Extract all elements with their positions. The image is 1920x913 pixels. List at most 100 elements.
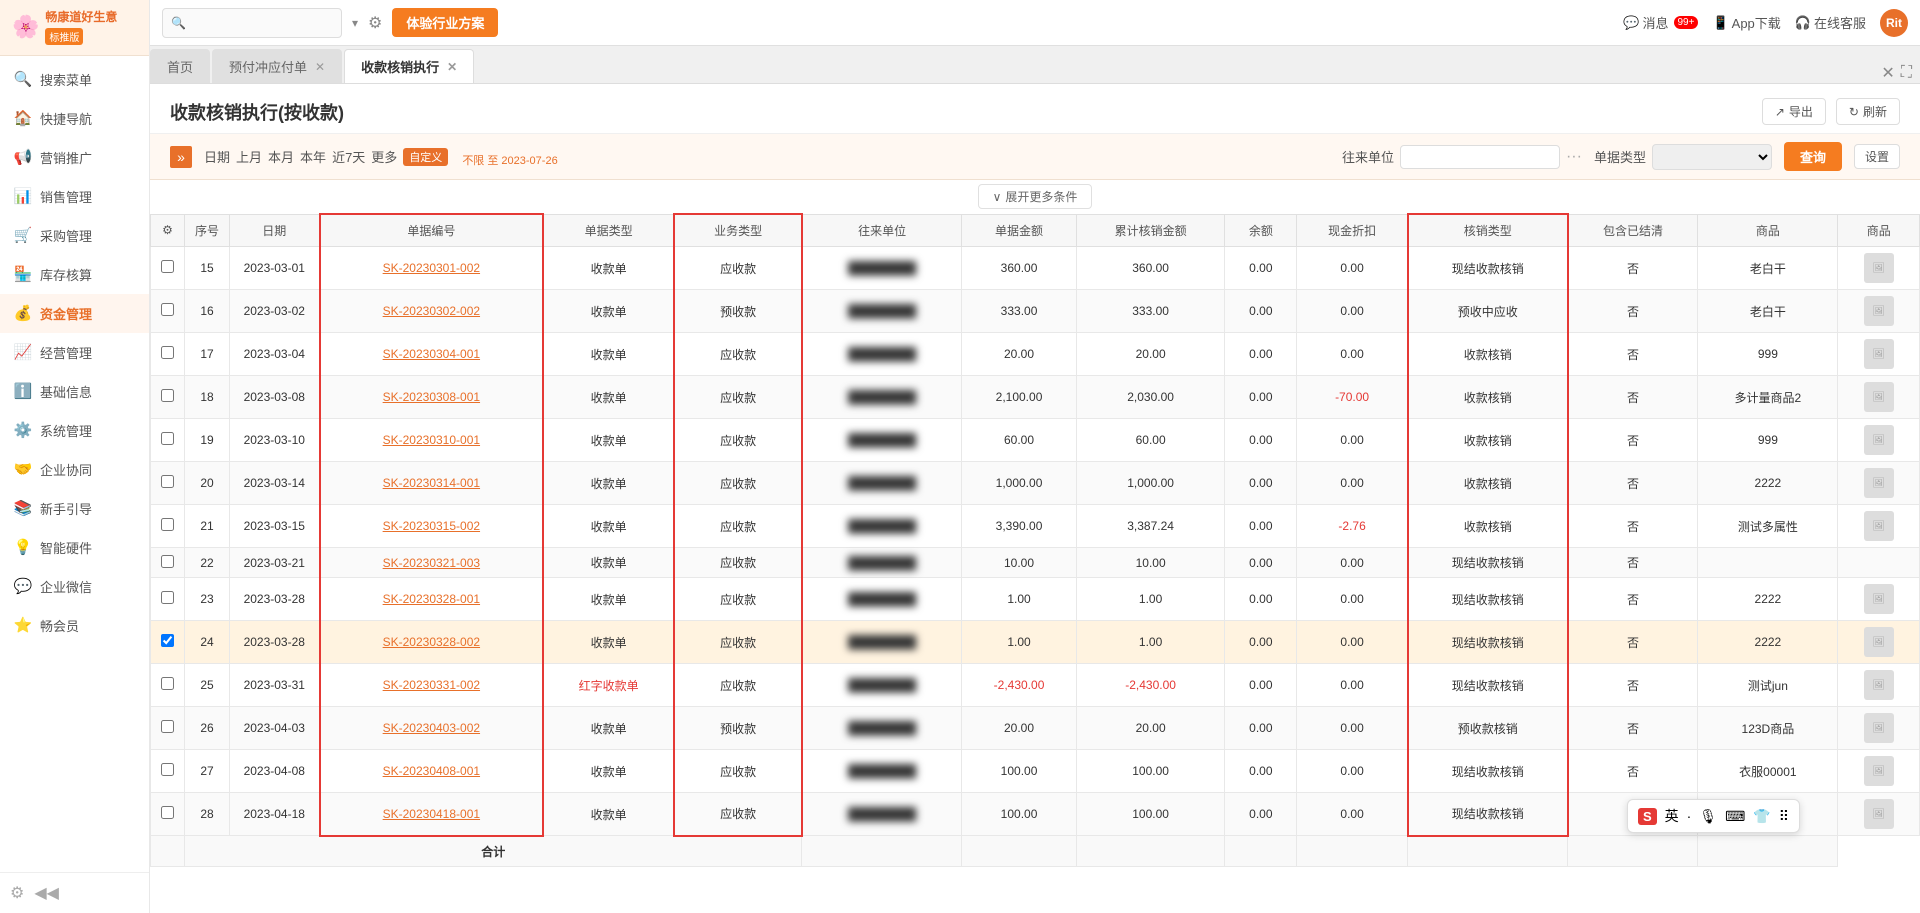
date-link-more[interactable]: 更多 (371, 147, 397, 166)
keyboard-icon[interactable]: ⌨ (1725, 808, 1745, 825)
messages-item[interactable]: 💬 消息 99+ (1623, 13, 1698, 32)
sidebar-item-system[interactable]: ⚙️ 系统管理 (0, 411, 149, 450)
row-order-no[interactable]: SK-20230328-002 (320, 621, 544, 664)
sidebar-item-basics[interactable]: ℹ️ 基础信息 (0, 372, 149, 411)
expand-conditions-button[interactable]: ∨ 展开更多条件 (978, 184, 1093, 209)
total-writeoff-type (1297, 836, 1408, 867)
settings-button[interactable]: 设置 (1854, 144, 1900, 169)
row-checkbox[interactable] (151, 664, 185, 707)
date-link-7days[interactable]: 近7天 (332, 147, 365, 166)
th-amount[interactable]: 单据金额 (962, 214, 1077, 247)
online-service-item[interactable]: 🎧 在线客服 (1795, 13, 1866, 32)
date-link-thisyear[interactable]: 本年 (300, 147, 326, 166)
tab-prepay-close[interactable]: ✕ (315, 61, 325, 73)
sidebar-item-inventory[interactable]: 🏪 库存核算 (0, 255, 149, 294)
sidebar-item-collab[interactable]: 🤝 企业协同 (0, 450, 149, 489)
th-voucher-type[interactable]: 单据类型 (543, 214, 674, 247)
filter-expand-button[interactable]: » (170, 146, 192, 168)
th-goods2[interactable]: 商品 (1838, 214, 1920, 247)
sidebar-item-nav[interactable]: 🏠 快捷导航 (0, 99, 149, 138)
sidebar-item-guide[interactable]: 📚 新手引导 (0, 489, 149, 528)
tab-prepay[interactable]: 预付冲应付单 ✕ (212, 49, 342, 83)
row-checkbox[interactable] (151, 793, 185, 836)
th-counterpart[interactable]: 往来单位 (802, 214, 962, 247)
th-writeoff-type[interactable]: 核销类型 (1408, 214, 1568, 247)
sidebar-item-search[interactable]: 🔍 搜索菜单 (0, 60, 149, 99)
row-checkbox[interactable] (151, 376, 185, 419)
user-avatar[interactable]: Rit (1880, 9, 1908, 37)
topbar-gear-icon[interactable]: ⚙ (368, 13, 382, 33)
date-link-lastmonth[interactable]: 上月 (236, 147, 262, 166)
counterpart-input[interactable] (1400, 145, 1560, 169)
row-order-no[interactable]: SK-20230321-003 (320, 548, 544, 578)
row-order-no[interactable]: SK-20230304-001 (320, 333, 544, 376)
th-writeoff[interactable]: 累计核销金额 (1076, 214, 1225, 247)
sidebar-item-member[interactable]: ⭐ 畅会员 (0, 606, 149, 645)
sidebar-item-wechat[interactable]: 💬 企业微信 (0, 567, 149, 606)
row-discount: 0.00 (1297, 548, 1408, 578)
row-checkbox[interactable] (151, 621, 185, 664)
microphone-icon[interactable]: 🎙 (1699, 808, 1717, 825)
grid-icon[interactable]: ⠿ (1779, 808, 1789, 825)
th-biz-type[interactable]: 业务类型 (674, 214, 802, 247)
row-writeoff-type: 收款核销 (1408, 505, 1568, 548)
export-button[interactable]: ↗ 导出 (1762, 98, 1826, 125)
th-settled[interactable]: 包含已结清 (1568, 214, 1698, 247)
date-link-thismonth[interactable]: 本月 (268, 147, 294, 166)
row-order-no[interactable]: SK-20230301-002 (320, 247, 544, 290)
row-checkbox[interactable] (151, 247, 185, 290)
row-checkbox[interactable] (151, 505, 185, 548)
row-checkbox[interactable] (151, 419, 185, 462)
row-order-no[interactable]: SK-20230331-002 (320, 664, 544, 707)
row-checkbox[interactable] (151, 750, 185, 793)
topbar-search-box[interactable]: 🔍 (162, 8, 342, 38)
row-order-no[interactable]: SK-20230408-001 (320, 750, 544, 793)
row-order-no[interactable]: SK-20230302-002 (320, 290, 544, 333)
row-num: 27 (185, 750, 230, 793)
row-checkbox[interactable] (151, 578, 185, 621)
tab-writeoff-close[interactable]: ✕ (447, 61, 457, 73)
row-order-no[interactable]: SK-20230328-001 (320, 578, 544, 621)
close-tab-icon[interactable]: ✕ (1881, 63, 1894, 83)
row-goods-image: 🖼 (1838, 419, 1920, 462)
sidebar-item-sales[interactable]: 📊 销售管理 (0, 177, 149, 216)
voucher-type-select[interactable] (1652, 144, 1772, 170)
row-order-no[interactable]: SK-20230308-001 (320, 376, 544, 419)
row-order-no[interactable]: SK-20230314-001 (320, 462, 544, 505)
expand-tab-icon[interactable]: ⛶ (1901, 64, 1912, 82)
row-order-no[interactable]: SK-20230403-002 (320, 707, 544, 750)
row-checkbox[interactable] (151, 707, 185, 750)
shirt-icon[interactable]: 👕 (1753, 808, 1770, 825)
filter-dots[interactable]: ··· (1566, 148, 1582, 166)
row-checkbox[interactable] (151, 462, 185, 505)
row-checkbox[interactable] (151, 290, 185, 333)
th-discount[interactable]: 现金折扣 (1297, 214, 1408, 247)
row-amount: 20.00 (962, 333, 1077, 376)
th-order-no[interactable]: 单据编号 (320, 214, 544, 247)
th-gear[interactable]: ⚙ (151, 214, 185, 247)
sidebar-item-finance[interactable]: 💰 资金管理 (0, 294, 149, 333)
sidebar-item-hardware[interactable]: 💡 智能硬件 (0, 528, 149, 567)
refresh-button[interactable]: ↻ 刷新 (1836, 98, 1900, 125)
th-goods[interactable]: 商品 (1698, 214, 1838, 247)
row-checkbox[interactable] (151, 333, 185, 376)
row-order-no[interactable]: SK-20230310-001 (320, 419, 544, 462)
row-order-no[interactable]: SK-20230315-002 (320, 505, 544, 548)
sidebar-item-marketing[interactable]: 📢 营销推广 (0, 138, 149, 177)
app-download-item[interactable]: 📱 App下载 (1712, 13, 1780, 32)
row-checkbox[interactable] (151, 548, 185, 578)
custom-date-btn[interactable]: 自定义 (403, 148, 448, 166)
th-date[interactable]: 日期 (230, 214, 320, 247)
query-button[interactable]: 查询 (1784, 142, 1842, 171)
collapse-icon[interactable]: ◀◀ (34, 883, 59, 903)
sidebar-item-operations[interactable]: 📈 经营管理 (0, 333, 149, 372)
sidebar-item-purchase[interactable]: 🛒 采购管理 (0, 216, 149, 255)
topbar-dropdown-arrow[interactable]: ▾ (352, 16, 358, 30)
row-writeoff-type: 现结收款核销 (1408, 750, 1568, 793)
tab-home[interactable]: 首页 (150, 49, 210, 83)
tab-writeoff[interactable]: 收款核销执行 ✕ (344, 49, 474, 83)
row-order-no[interactable]: SK-20230418-001 (320, 793, 544, 836)
settings-bottom-icon[interactable]: ⚙ (10, 883, 24, 903)
solution-button[interactable]: 体验行业方案 (392, 8, 498, 37)
th-balance[interactable]: 余额 (1225, 214, 1297, 247)
